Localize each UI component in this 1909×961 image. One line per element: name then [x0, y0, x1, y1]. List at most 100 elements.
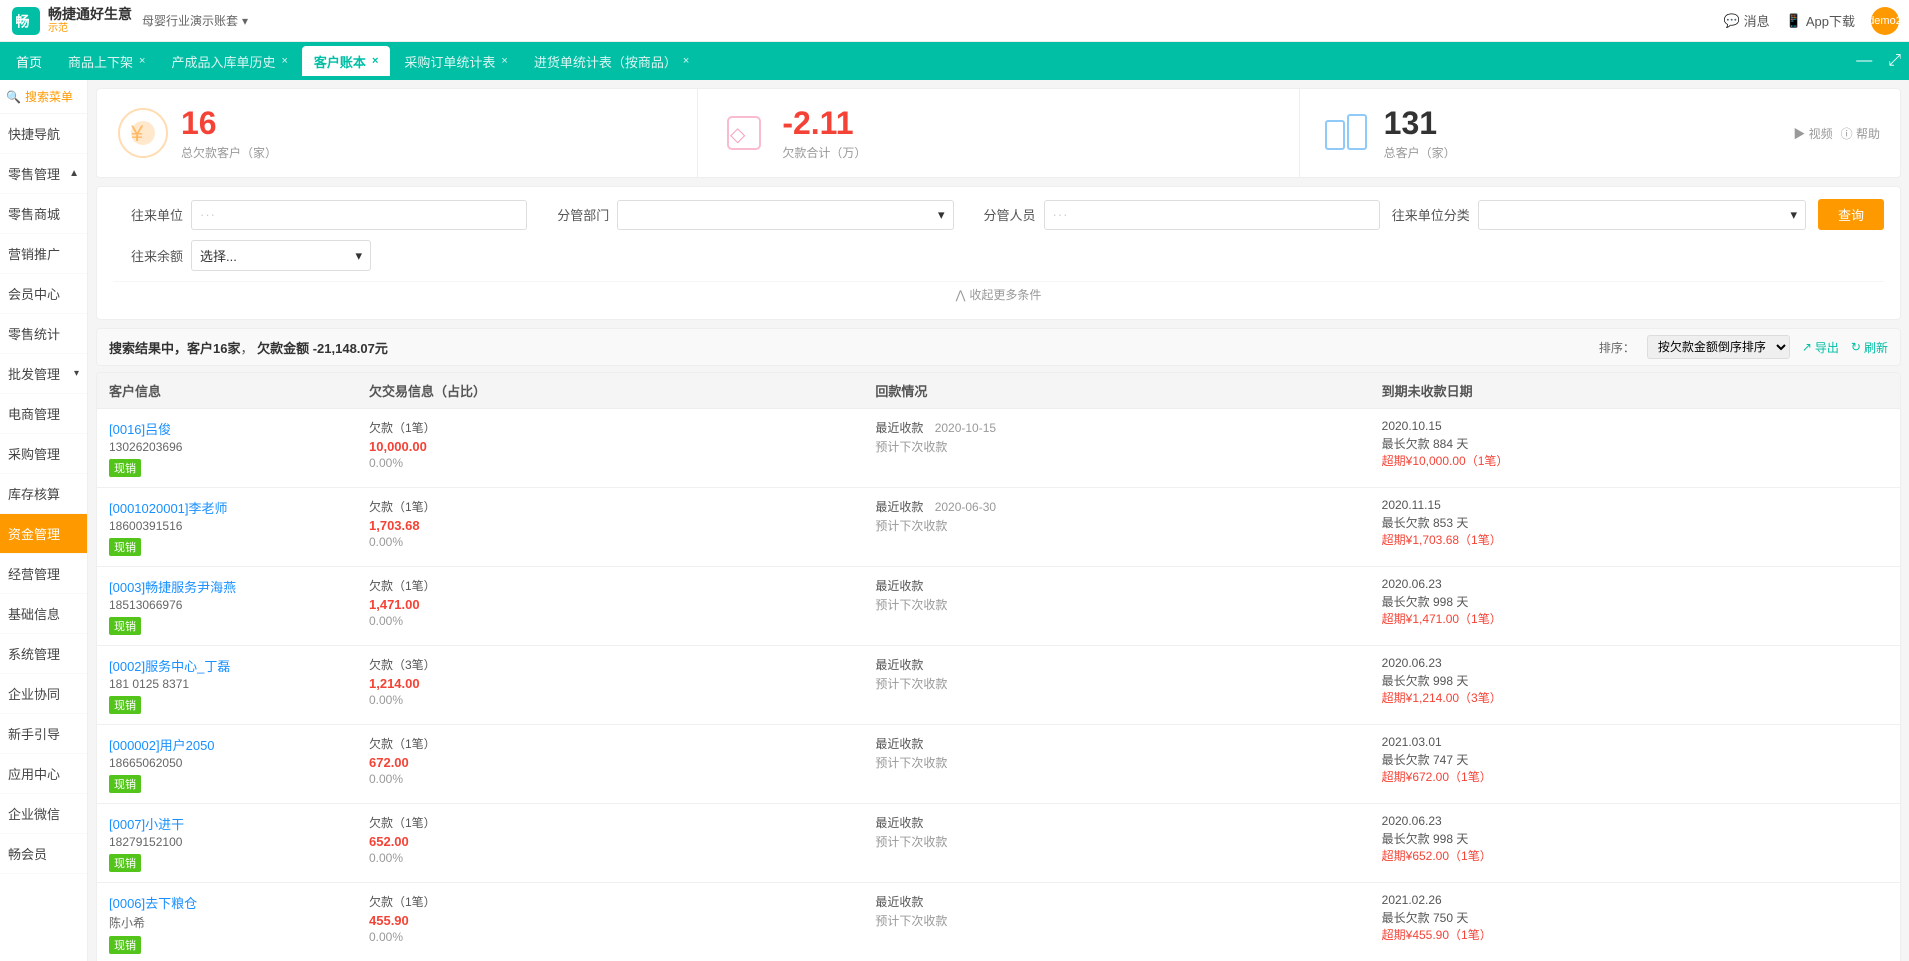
sidebar-item-finance[interactable]: 资金管理 [0, 514, 87, 554]
debt-amount[interactable]: 1,471.00 [369, 597, 875, 612]
maximize-icon[interactable]: ⤢ [1884, 48, 1905, 74]
sidebar-item-new-guide[interactable]: 新手引导 [0, 714, 87, 754]
overdue-link[interactable]: 超期¥1,471.00（1笔） [1382, 610, 1888, 627]
overdue-days: 最长欠款 747 天 [1382, 751, 1888, 768]
sidebar-item-enterprise-wechat[interactable]: 企业微信 [0, 794, 87, 834]
nav-tabs-right: — ⤢ [1852, 48, 1905, 74]
debt-amount[interactable]: 10,000.00 [369, 439, 875, 454]
debt-ratio: 0.00% [369, 851, 875, 865]
customer-cell: [0001020001]李老师 18600391516 现销 [109, 498, 369, 556]
unit-category-select[interactable]: ▾ [1478, 200, 1806, 230]
minimize-icon[interactable]: — [1852, 48, 1876, 74]
chevron-down-icon: ▾ [355, 248, 362, 264]
balance-select[interactable]: 选择... ▾ [191, 240, 371, 271]
customer-name[interactable]: [0003]畅捷服务尹海燕 [109, 577, 369, 596]
collection-cell: 最近收款 2020-10-15 预计下次收款 [875, 419, 1381, 455]
due-date-cell: 2021.03.01 最长欠款 747 天 超期¥672.00（1笔） [1382, 735, 1888, 785]
sort-select[interactable]: 按欠款金额倒序排序 [1647, 335, 1790, 359]
collection-cell: 最近收款 预计下次收款 [875, 735, 1381, 771]
total-customers-icon [1320, 107, 1372, 159]
collapse-filters[interactable]: ⋀ 收起更多条件 [113, 281, 1884, 307]
sidebar-item-system-mgmt[interactable]: 系统管理 [0, 634, 87, 674]
sidebar-item-ecommerce[interactable]: 电商管理 [0, 394, 87, 434]
stat-card-actions: ▶ 视频 ⓘ 帮助 [1793, 125, 1880, 142]
stat-value-debt-customers: 16 [181, 105, 677, 142]
app-name: 畅捷通好生意 [48, 6, 132, 23]
tab-purchase-stats[interactable]: 采购订单统计表 × [392, 46, 519, 76]
debt-amount[interactable]: 1,703.68 [369, 518, 875, 533]
debt-count: 欠款（1笔） [369, 498, 875, 515]
tab-product-listing[interactable]: 商品上下架 × [56, 46, 157, 76]
overdue-link[interactable]: 超期¥10,000.00（1笔） [1382, 452, 1888, 469]
export-icon: ↗ [1802, 340, 1812, 354]
dept-select[interactable]: ▾ [617, 200, 953, 230]
close-icon[interactable]: × [501, 55, 507, 67]
overdue-days: 最长欠款 998 天 [1382, 672, 1888, 689]
sidebar-item-inventory[interactable]: 库存核算 [0, 474, 87, 514]
col-debt-info: 欠交易信息（占比） [369, 381, 875, 400]
user-avatar[interactable]: demo2 [1871, 7, 1899, 35]
sidebar-item-ops-mgmt[interactable]: 经营管理 [0, 554, 87, 594]
debt-cell: 欠款（1笔） 1,703.68 0.00% [369, 498, 875, 549]
overdue-link[interactable]: 超期¥1,214.00（3笔） [1382, 689, 1888, 706]
main-layout: 🔍 搜索菜单 快捷导航 零售管理 ▲ 零售商城 营销推广 会员中心 零售统计 [0, 80, 1909, 961]
export-button[interactable]: ↗ 导出 [1802, 339, 1839, 356]
customer-name[interactable]: [0001020001]李老师 [109, 498, 369, 517]
debt-amount[interactable]: 455.90 [369, 913, 875, 928]
tab-production-history[interactable]: 产成品入库单历史 × [159, 46, 299, 76]
top-bar-left: 畅 畅捷通好生意 示范 母婴行业演示账套 ▾ [10, 5, 248, 37]
tab-customer-account[interactable]: 客户账本 × [302, 46, 390, 76]
stat-label-total-customers: 总客户（家） [1384, 144, 1782, 161]
manager-label: 分管人员 [966, 205, 1036, 224]
app-download-button[interactable]: 📱 App下载 [1786, 11, 1855, 30]
close-icon[interactable]: × [281, 55, 287, 67]
debt-amount[interactable]: 672.00 [369, 755, 875, 770]
sidebar-item-purchase-mgmt[interactable]: 采购管理 [0, 434, 87, 474]
help-btn[interactable]: ⓘ 帮助 [1841, 125, 1880, 142]
sidebar-item-retail-mgmt[interactable]: 零售管理 ▲ [0, 154, 87, 194]
sidebar-item-marketing[interactable]: 营销推广 [0, 234, 87, 274]
sidebar-item-retail-mall[interactable]: 零售商城 [0, 194, 87, 234]
close-icon[interactable]: × [139, 55, 145, 67]
stat-card-debt-customers: ¥ 16 总欠款客户（家） [97, 89, 698, 177]
debt-amount[interactable]: 652.00 [369, 834, 875, 849]
sidebar-item-chang-member[interactable]: 畅会员 [0, 834, 87, 874]
customer-name[interactable]: [0006]去下粮仓 [109, 893, 369, 912]
refresh-button[interactable]: ↻ 刷新 [1851, 339, 1888, 356]
customer-phone: 陈小希 [109, 914, 369, 931]
overdue-link[interactable]: 超期¥652.00（1笔） [1382, 847, 1888, 864]
sidebar-item-app-center[interactable]: 应用中心 [0, 754, 87, 794]
customer-name[interactable]: [0007]小进干 [109, 814, 369, 833]
sidebar-item-enterprise-collab[interactable]: 企业协同 [0, 674, 87, 714]
overdue-link[interactable]: 超期¥1,703.68（1笔） [1382, 531, 1888, 548]
video-btn[interactable]: ▶ 视频 [1793, 125, 1832, 142]
query-button[interactable]: 查询 [1818, 199, 1884, 230]
source-unit-input[interactable]: ··· [191, 200, 527, 230]
message-button[interactable]: 💬 消息 [1723, 11, 1769, 30]
customer-name[interactable]: [0016]吕俊 [109, 419, 369, 438]
sidebar-item-wholesale-mgmt[interactable]: 批发管理 ▾ [0, 354, 87, 394]
overdue-link[interactable]: 超期¥672.00（1笔） [1382, 768, 1888, 785]
tab-home[interactable]: 首页 [4, 46, 54, 76]
table-area: 客户信息 欠交易信息（占比） 回款情况 到期未收款日期 [0016]吕俊 130… [96, 372, 1901, 961]
sidebar-item-basic-info[interactable]: 基础信息 [0, 594, 87, 634]
sidebar-search[interactable]: 🔍 搜索菜单 [0, 80, 87, 114]
debt-ratio: 0.00% [369, 930, 875, 944]
customer-tag: 现销 [109, 936, 141, 954]
table-row: [000002]用户2050 18665062050 现销 欠款（1笔） 672… [97, 725, 1900, 804]
overdue-link[interactable]: 超期¥455.90（1笔） [1382, 926, 1888, 943]
debt-count: 欠款（1笔） [369, 577, 875, 594]
close-icon[interactable]: × [683, 55, 689, 67]
customer-name[interactable]: [000002]用户2050 [109, 735, 369, 754]
customer-name[interactable]: [0002]服务中心_丁磊 [109, 656, 369, 675]
sidebar-item-member[interactable]: 会员中心 [0, 274, 87, 314]
customer-tag: 现销 [109, 854, 141, 872]
manager-input[interactable]: ··· [1044, 200, 1380, 230]
sidebar-item-retail-stats[interactable]: 零售统计 [0, 314, 87, 354]
tab-stock-stats[interactable]: 进货单统计表（按商品） × [522, 46, 701, 76]
store-selector[interactable]: 母婴行业演示账套 ▾ [142, 12, 248, 29]
debt-amount[interactable]: 1,214.00 [369, 676, 875, 691]
sidebar-item-quick-nav[interactable]: 快捷导航 [0, 114, 87, 154]
message-icon: 💬 [1723, 13, 1739, 29]
close-icon[interactable]: × [372, 55, 378, 67]
